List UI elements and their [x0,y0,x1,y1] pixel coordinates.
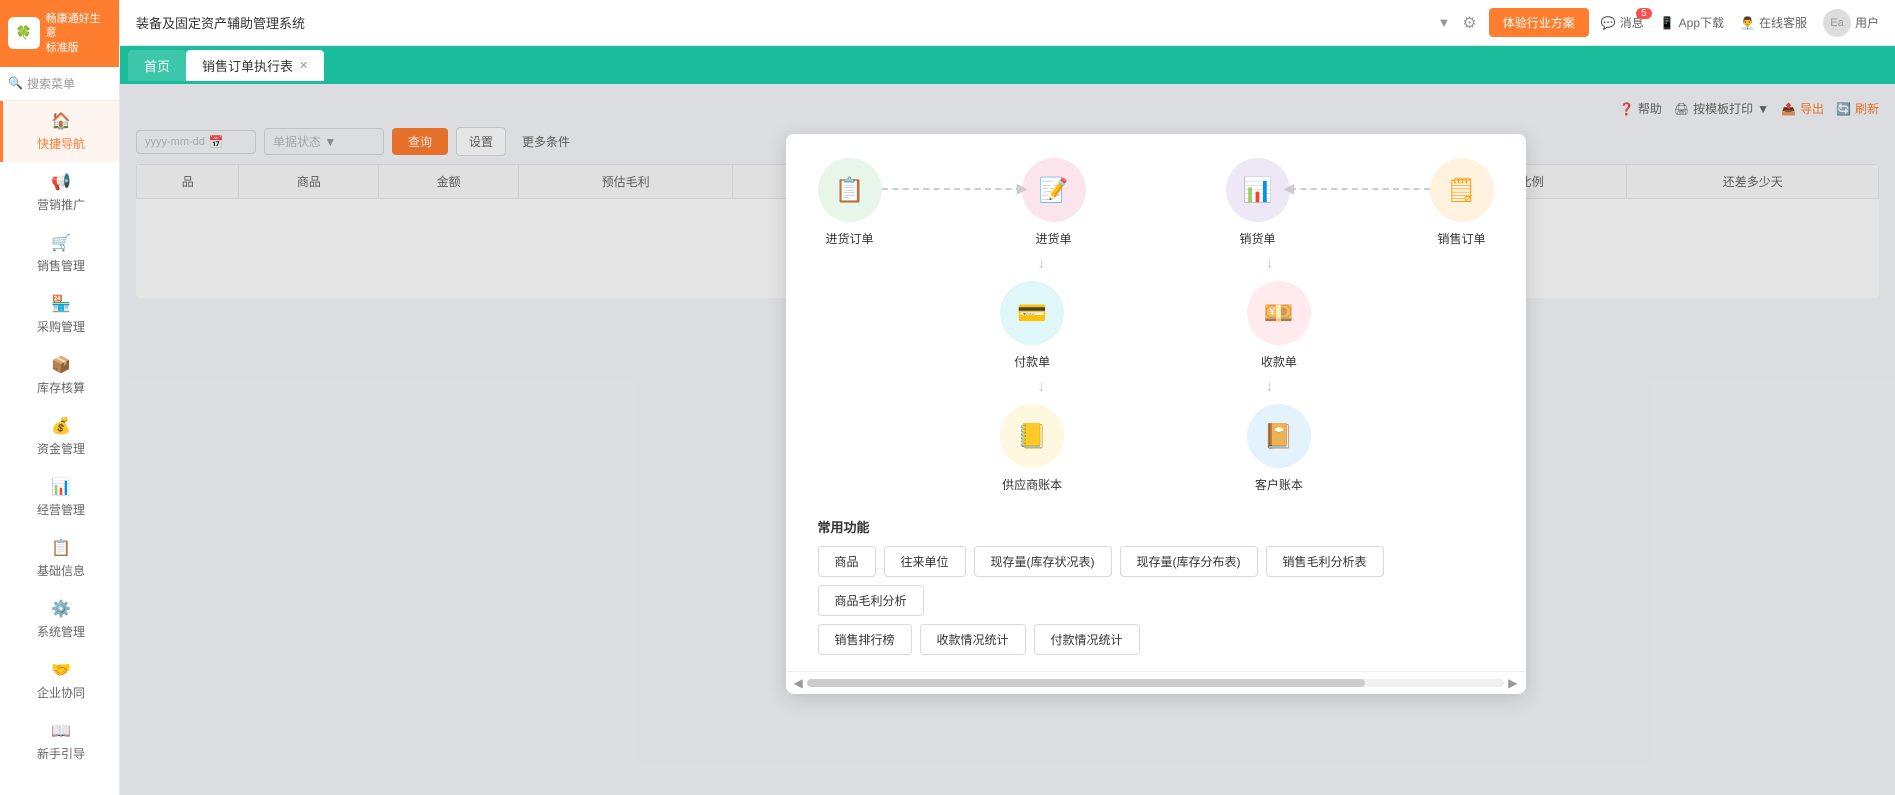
sidebar: 🍀 畅康通好生意 标准版 🔍 搜索菜单 🏠 快捷导航 📢 营销推广 🛒 销售管理 [0,0,120,795]
flow-node-col1-arrow: ↓ [1038,255,1046,273]
func-btn-inventory-status[interactable]: 现存量(库存状况表) [974,546,1112,577]
sales-order-icon: 🗒 [1430,158,1494,222]
customer-ledger-icon: 📔 [1247,404,1311,468]
scrollbar-track[interactable] [807,679,1505,687]
flow-node-sales-slip[interactable]: 📊 销货单 [1226,158,1290,247]
message-btn[interactable]: 💬 消息 5 [1601,14,1644,31]
flow-row-3: 💳 付款单 💴 收款单 [818,281,1494,370]
flow-node-supplier-ledger[interactable]: 📒 供应商账本 [1000,404,1064,493]
payment-slip-icon: 💳 [1000,281,1064,345]
sidebar-item-operations[interactable]: 📊 经营管理 [0,467,119,528]
arrow-purchase: ▶ [882,158,1022,190]
logo-symbol: 🍀 [16,25,32,41]
func-btn-sales-ranking[interactable]: 销售排行榜 [818,624,912,655]
popup-panel: 📋 进货订单 ▶ 📝 [786,134,1526,694]
tab-sales-order[interactable]: 销售订单执行表 ✕ [186,50,324,81]
basic-info-icon: 📋 [51,538,71,558]
sales-icon: 🛒 [51,233,71,253]
flow-node-purchase-slip[interactable]: 📝 进货单 [1022,158,1086,247]
flow-row-5: 📒 供应商账本 📔 客户账本 [818,404,1494,493]
sidebar-item-basic-info[interactable]: 📋 基础信息 [0,528,119,589]
sidebar-item-system[interactable]: ⚙️ 系统管理 [0,589,119,650]
sidebar-search[interactable]: 🔍 搜索菜单 [0,67,119,101]
main-area: 装备及固定资产辅助管理系统 ▼ ⚙ 体验行业方案 💬 消息 5 📱 App下载 … [120,0,1895,795]
purchase-order-icon: 📋 [818,158,882,222]
sales-slip-icon: 📊 [1226,158,1290,222]
scrollbar-thumb [807,679,1365,687]
func-buttons-row2: 销售排行榜 收款情况统计 付款情况统计 [818,624,1494,655]
receipt-slip-icon: 💴 [1247,281,1311,345]
flow-diagram: 📋 进货订单 ▶ 📝 [818,158,1494,493]
flow-node-customer-ledger[interactable]: 📔 客户账本 [1247,404,1311,493]
main-content: ❓ 帮助 🖨 按模板打印 ▼ 📤 导出 🔄 刷新 [120,84,1895,795]
func-btn-receipt-stats[interactable]: 收款情况统计 [920,624,1026,655]
flow-node-receipt-slip[interactable]: 💴 收款单 [1247,281,1311,370]
topbar: 装备及固定资产辅助管理系统 ▼ ⚙ 体验行业方案 💬 消息 5 📱 App下载 … [120,0,1895,46]
sidebar-item-newbie[interactable]: 📖 新手引导 [0,711,119,772]
finance-icon: 💰 [51,416,71,436]
settings-icon[interactable]: ⚙ [1462,13,1476,33]
flow-row-1: 📋 进货订单 ▶ 📝 [818,158,1494,247]
scroll-left-btn[interactable]: ◀ [794,676,803,690]
sidebar-item-inventory[interactable]: 📦 库存核算 [0,345,119,406]
trial-btn[interactable]: 体验行业方案 [1489,8,1589,37]
online-service-btn[interactable]: 👨‍💼 在线客服 [1740,14,1807,31]
sidebar-item-finance[interactable]: 💰 资金管理 [0,406,119,467]
download-icon: 📱 [1660,16,1675,30]
sidebar-item-sales[interactable]: 🛒 销售管理 [0,223,119,284]
dropdown-icon[interactable]: ▼ [1438,15,1451,30]
func-btn-inventory-dist[interactable]: 现存量(库存分布表) [1120,546,1258,577]
func-btn-sales-analysis[interactable]: 销售毛利分析表 [1266,546,1384,577]
sidebar-item-enterprise[interactable]: 🤝 企业协同 [0,650,119,711]
purchase-slip-icon: 📝 [1022,158,1086,222]
enterprise-icon: 🤝 [51,660,71,680]
flow-row-2: ↓ ↓ [818,255,1494,273]
logo-icon: 🍀 [8,17,40,49]
popup-content: 📋 进货订单 ▶ 📝 [786,134,1526,671]
func-btn-product[interactable]: 商品 [818,546,876,577]
newbie-icon: 📖 [51,721,71,741]
purchase-icon: 🏪 [51,294,71,314]
sidebar-item-marketing[interactable]: 📢 营销推广 [0,162,119,223]
app-download-btn[interactable]: 📱 App下载 [1660,14,1724,31]
topbar-right: 💬 消息 5 📱 App下载 👨‍💼 在线客服 Ea 用户 [1601,9,1879,37]
system-icon: ⚙️ [51,599,71,619]
user-avatar: Ea [1823,9,1851,37]
sidebar-item-quick-nav[interactable]: 🏠 快捷导航 [0,101,119,162]
search-icon: 🔍 [8,76,23,90]
common-functions-title: 常用功能 [818,517,1494,536]
flow-node-col2-arrow: ↓ [1266,255,1274,273]
flow-node-sales-order[interactable]: 🗒 销售订单 [1430,158,1494,247]
inventory-icon: 📦 [51,355,71,375]
sidebar-item-purchase[interactable]: 🏪 采购管理 [0,284,119,345]
sidebar-nav: 🏠 快捷导航 📢 营销推广 🛒 销售管理 🏪 采购管理 📦 库存核算 💰 [0,101,119,795]
func-buttons-row1: 商品 往来单位 现存量(库存状况表) 现存量(库存分布表) 销售毛利分析表 商品… [818,546,1494,616]
popup-scrollbar: ◀ ▶ [786,671,1526,694]
func-btn-product-margin[interactable]: 商品毛利分析 [818,585,924,616]
marketing-icon: 📢 [51,172,71,192]
scroll-right-btn[interactable]: ▶ [1508,676,1517,690]
tab-home[interactable]: 首页 [128,50,186,81]
flow-row-4: ↓ ↓ [818,378,1494,396]
tabs-bar: 首页 销售订单执行表 ✕ [120,46,1895,84]
common-functions-section: 常用功能 商品 往来单位 现存量(库存状况表) 现存量(库存分布表) 销售毛利分… [818,517,1494,655]
user-menu[interactable]: Ea 用户 [1823,9,1879,37]
logo-text: 畅康通好生意 标准版 [46,12,111,55]
flow-node-purchase-order[interactable]: 📋 进货订单 [818,158,882,247]
system-title: 装备及固定资产辅助管理系统 [136,13,1426,32]
flow-node-payment-slip[interactable]: 💳 付款单 [1000,281,1064,370]
message-icon: 💬 [1601,16,1616,30]
tab-close-btn[interactable]: ✕ [299,59,308,72]
supplier-ledger-icon: 📒 [1000,404,1064,468]
arrow-sales: ◀ [1290,158,1430,190]
func-btn-partner[interactable]: 往来单位 [884,546,966,577]
sidebar-logo: 🍀 畅康通好生意 标准版 [0,0,119,67]
operations-icon: 📊 [51,477,71,497]
message-badge: 5 [1636,8,1652,19]
service-icon: 👨‍💼 [1740,16,1755,30]
quick-nav-icon: 🏠 [51,111,71,131]
func-btn-payment-stats[interactable]: 付款情况统计 [1034,624,1140,655]
